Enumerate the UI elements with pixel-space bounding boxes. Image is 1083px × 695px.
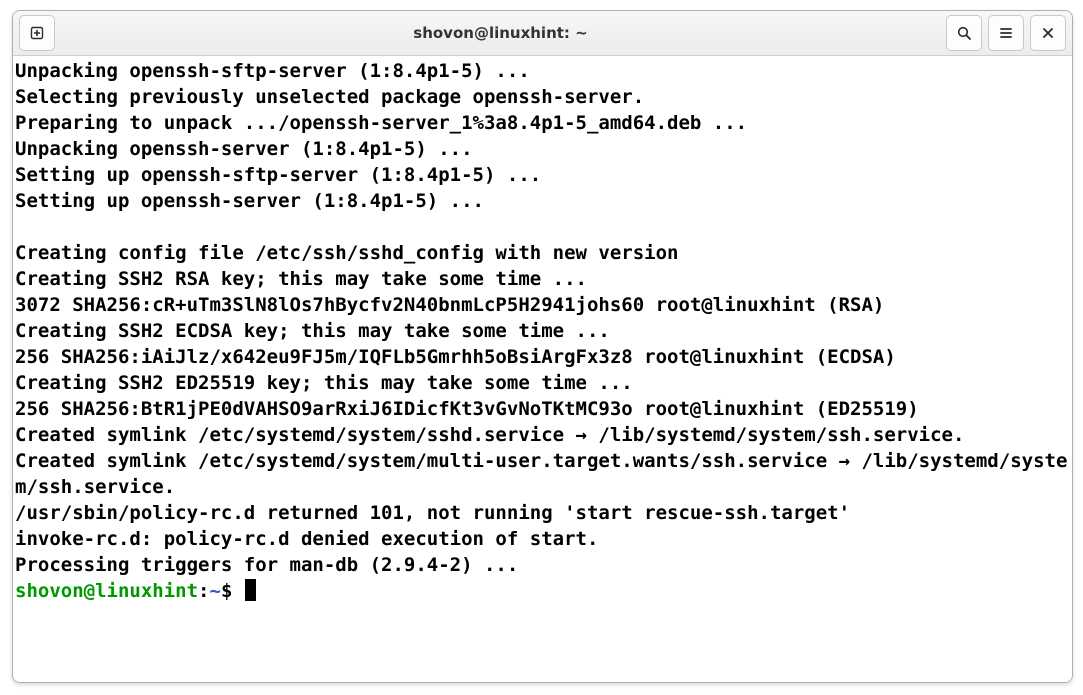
terminal-line: Created symlink /etc/systemd/system/sshd… [15,422,1070,448]
prompt-host: linuxhint [95,580,198,602]
terminal-window: shovon@linuxhint: ~ [12,10,1073,683]
terminal-line: Creating config file /etc/ssh/sshd_confi… [15,240,1070,266]
terminal-line: 256 SHA256:iAiJlz/x642eu9FJ5m/IQFLb5Gmrh… [15,344,1070,370]
prompt-symbol: $ [221,580,232,602]
cursor-block [245,579,256,601]
terminal-line: Preparing to unpack .../openssh-server_1… [15,110,1070,136]
new-tab-icon [29,25,45,41]
close-button[interactable] [1030,15,1066,51]
terminal-line: Created symlink /etc/systemd/system/mult… [15,448,1070,500]
hamburger-icon [998,25,1014,41]
terminal-line: Setting up openssh-server (1:8.4p1-5) ..… [15,188,1070,214]
terminal-line [15,214,1070,240]
terminal-line: invoke-rc.d: policy-rc.d denied executio… [15,526,1070,552]
titlebar: shovon@linuxhint: ~ [13,11,1072,56]
terminal-line: Unpacking openssh-server (1:8.4p1-5) ... [15,136,1070,162]
terminal-body[interactable]: Unpacking openssh-sftp-server (1:8.4p1-5… [13,56,1072,682]
prompt-colon: : [198,580,209,602]
terminal-line: Setting up openssh-sftp-server (1:8.4p1-… [15,162,1070,188]
terminal-prompt-line[interactable]: shovon@linuxhint:~$ [15,578,1070,604]
terminal-line: Creating SSH2 ECDSA key; this may take s… [15,318,1070,344]
terminal-line: 3072 SHA256:cR+uTm3SlN8lOs7hBycfv2N40bnm… [15,292,1070,318]
terminal-line: Unpacking openssh-sftp-server (1:8.4p1-5… [15,58,1070,84]
prompt-user: shovon [15,580,84,602]
close-icon [1041,26,1055,40]
window-title: shovon@linuxhint: ~ [61,24,940,42]
prompt-path: ~ [210,580,221,602]
terminal-line: Creating SSH2 ED25519 key; this may take… [15,370,1070,396]
terminal-line: Processing triggers for man-db (2.9.4-2)… [15,552,1070,578]
terminal-line: Creating SSH2 RSA key; this may take som… [15,266,1070,292]
terminal-line: Selecting previously unselected package … [15,84,1070,110]
terminal-line: /usr/sbin/policy-rc.d returned 101, not … [15,500,1070,526]
terminal-line: 256 SHA256:BtR1jPE0dVAHSO9arRxiJ6IDicfKt… [15,396,1070,422]
prompt-space [232,580,243,602]
search-button[interactable] [946,15,982,51]
prompt-at: @ [84,580,95,602]
menu-button[interactable] [988,15,1024,51]
search-icon [956,25,972,41]
new-tab-button[interactable] [19,15,55,51]
